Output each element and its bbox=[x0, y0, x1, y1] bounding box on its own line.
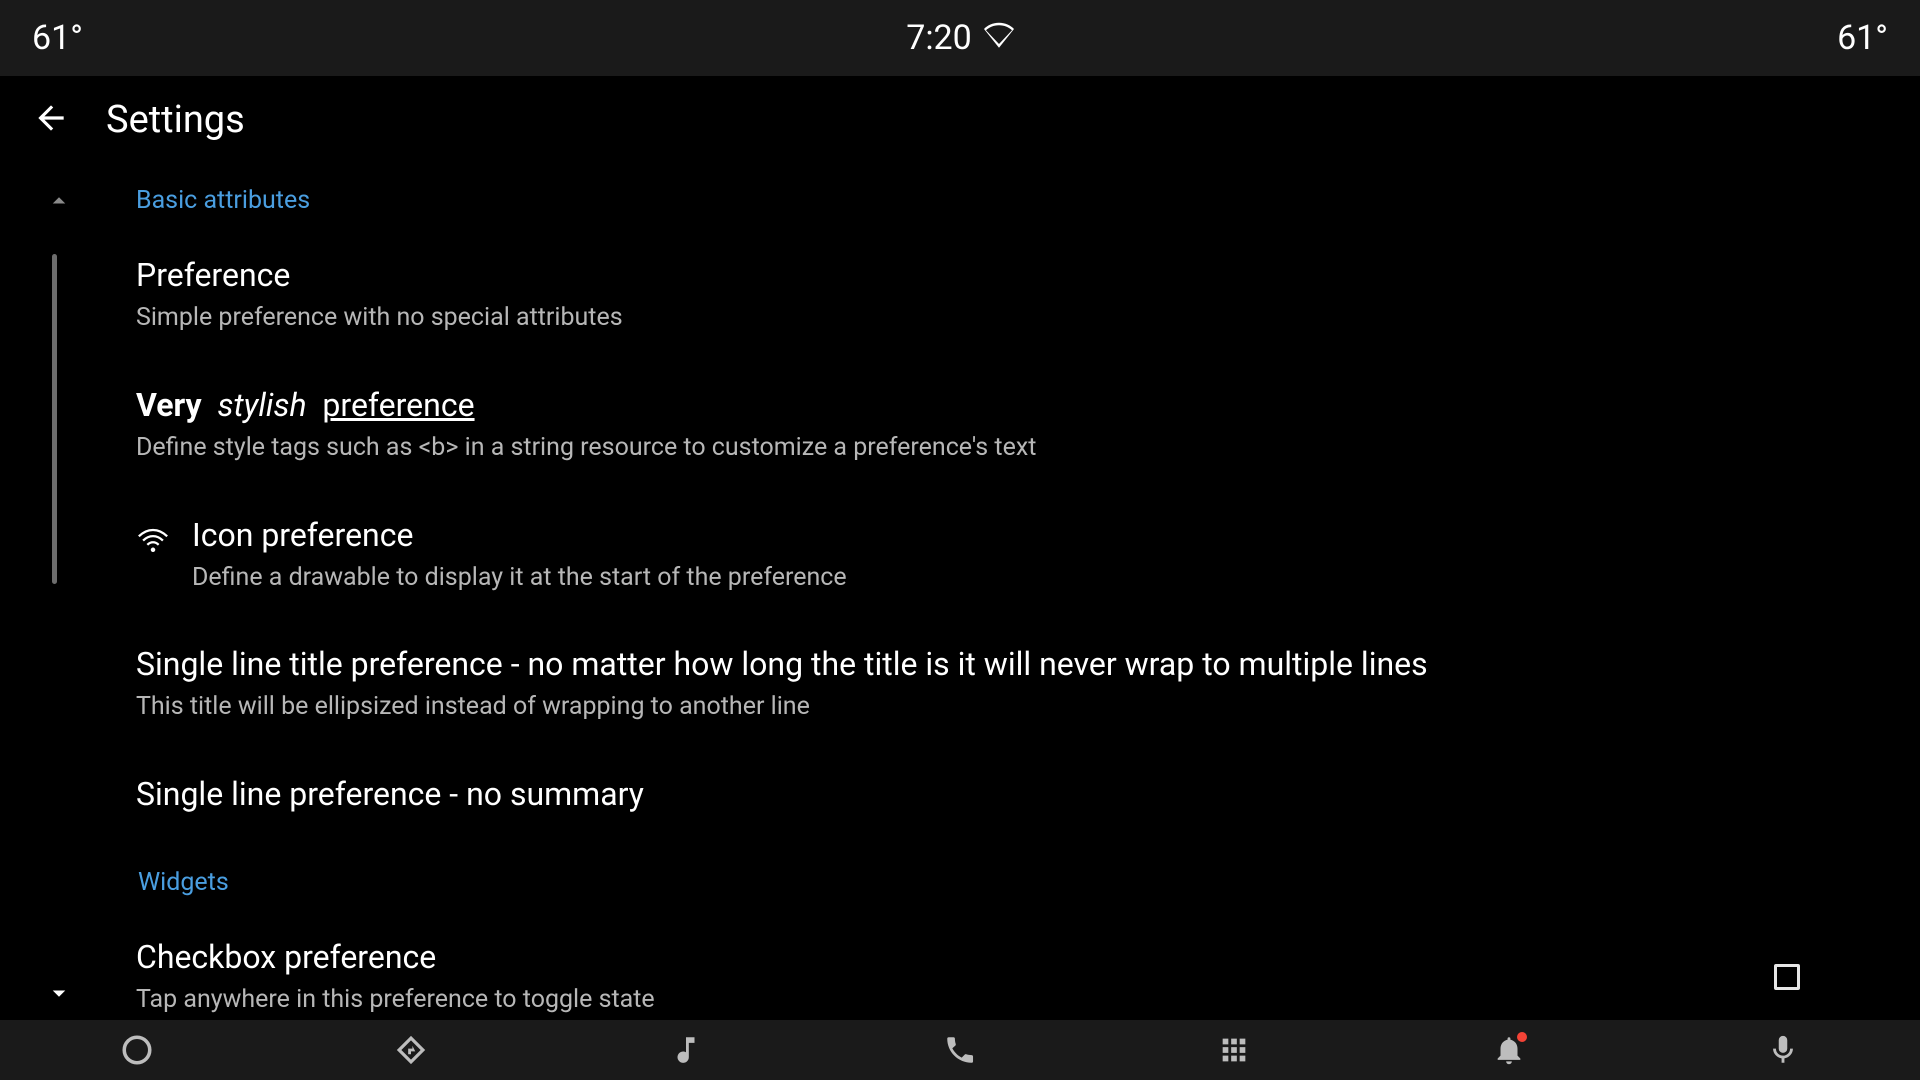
scroll-up-button[interactable] bbox=[44, 186, 74, 220]
pref-title: Single line preference - no summary bbox=[136, 774, 1840, 814]
scrollbar[interactable] bbox=[52, 254, 57, 584]
pref-title: Checkbox preference bbox=[136, 937, 655, 977]
status-center: 7:20 bbox=[906, 18, 1014, 58]
section-header-basic: Basic attributes bbox=[136, 186, 1840, 215]
pref-singleline-nosummary[interactable]: Single line preference - no summary bbox=[136, 774, 1840, 814]
nav-directions-button[interactable] bbox=[387, 1026, 435, 1074]
styled-bold: Very bbox=[136, 386, 202, 424]
nav-phone-button[interactable] bbox=[936, 1026, 984, 1074]
pref-title: Preference bbox=[136, 255, 1840, 295]
pref-singleline-title[interactable]: Single line title preference - no matter… bbox=[136, 644, 1840, 724]
preference-list: Basic attributes Preference Simple prefe… bbox=[90, 164, 1920, 1017]
nav-notifications-button[interactable] bbox=[1485, 1026, 1533, 1074]
status-time: 7:20 bbox=[906, 18, 972, 58]
pref-simple[interactable]: Preference Simple preference with no spe… bbox=[136, 255, 1840, 335]
nav-assistant-button[interactable] bbox=[113, 1026, 161, 1074]
nav-voice-button[interactable] bbox=[1759, 1026, 1807, 1074]
status-left-temp: 61° bbox=[32, 18, 83, 58]
wifi-empty-icon bbox=[984, 18, 1014, 58]
nav-music-button[interactable] bbox=[662, 1026, 710, 1074]
notification-dot-icon bbox=[1517, 1032, 1527, 1042]
pref-stylish[interactable]: Very stylish preference Define style tag… bbox=[136, 385, 1840, 465]
pref-checkbox[interactable]: Checkbox preference Tap anywhere in this… bbox=[136, 937, 1840, 1017]
content: Basic attributes Preference Simple prefe… bbox=[0, 164, 1920, 1020]
styled-underline: preference bbox=[322, 386, 474, 424]
wifi-icon bbox=[136, 525, 170, 563]
scroll-down-button[interactable] bbox=[44, 978, 74, 1012]
app-bar: Settings bbox=[0, 76, 1920, 164]
nav-bar bbox=[0, 1020, 1920, 1080]
pref-title: Single line title preference - no matter… bbox=[136, 644, 1840, 684]
pref-summary: This title will be ellipsized instead of… bbox=[136, 690, 1840, 724]
pref-title: Very stylish preference bbox=[136, 385, 1840, 425]
pref-icon[interactable]: Icon preference Define a drawable to dis… bbox=[136, 515, 1840, 595]
pref-summary: Tap anywhere in this preference to toggl… bbox=[136, 983, 655, 1017]
status-right-temp: 61° bbox=[1837, 18, 1888, 58]
checkbox[interactable] bbox=[1774, 964, 1800, 990]
pref-summary: Simple preference with no special attrib… bbox=[136, 301, 1840, 335]
pref-title: Icon preference bbox=[192, 515, 1840, 555]
styled-italic: stylish bbox=[217, 386, 306, 424]
back-button[interactable] bbox=[32, 99, 70, 141]
section-header-widgets: Widgets bbox=[136, 868, 1840, 897]
page-title: Settings bbox=[106, 98, 245, 142]
nav-apps-button[interactable] bbox=[1210, 1026, 1258, 1074]
pref-summary: Define a drawable to display it at the s… bbox=[192, 561, 1840, 595]
pref-summary: Define style tags such as <b> in a strin… bbox=[136, 431, 1840, 465]
status-bar: 61° 7:20 61° bbox=[0, 0, 1920, 76]
